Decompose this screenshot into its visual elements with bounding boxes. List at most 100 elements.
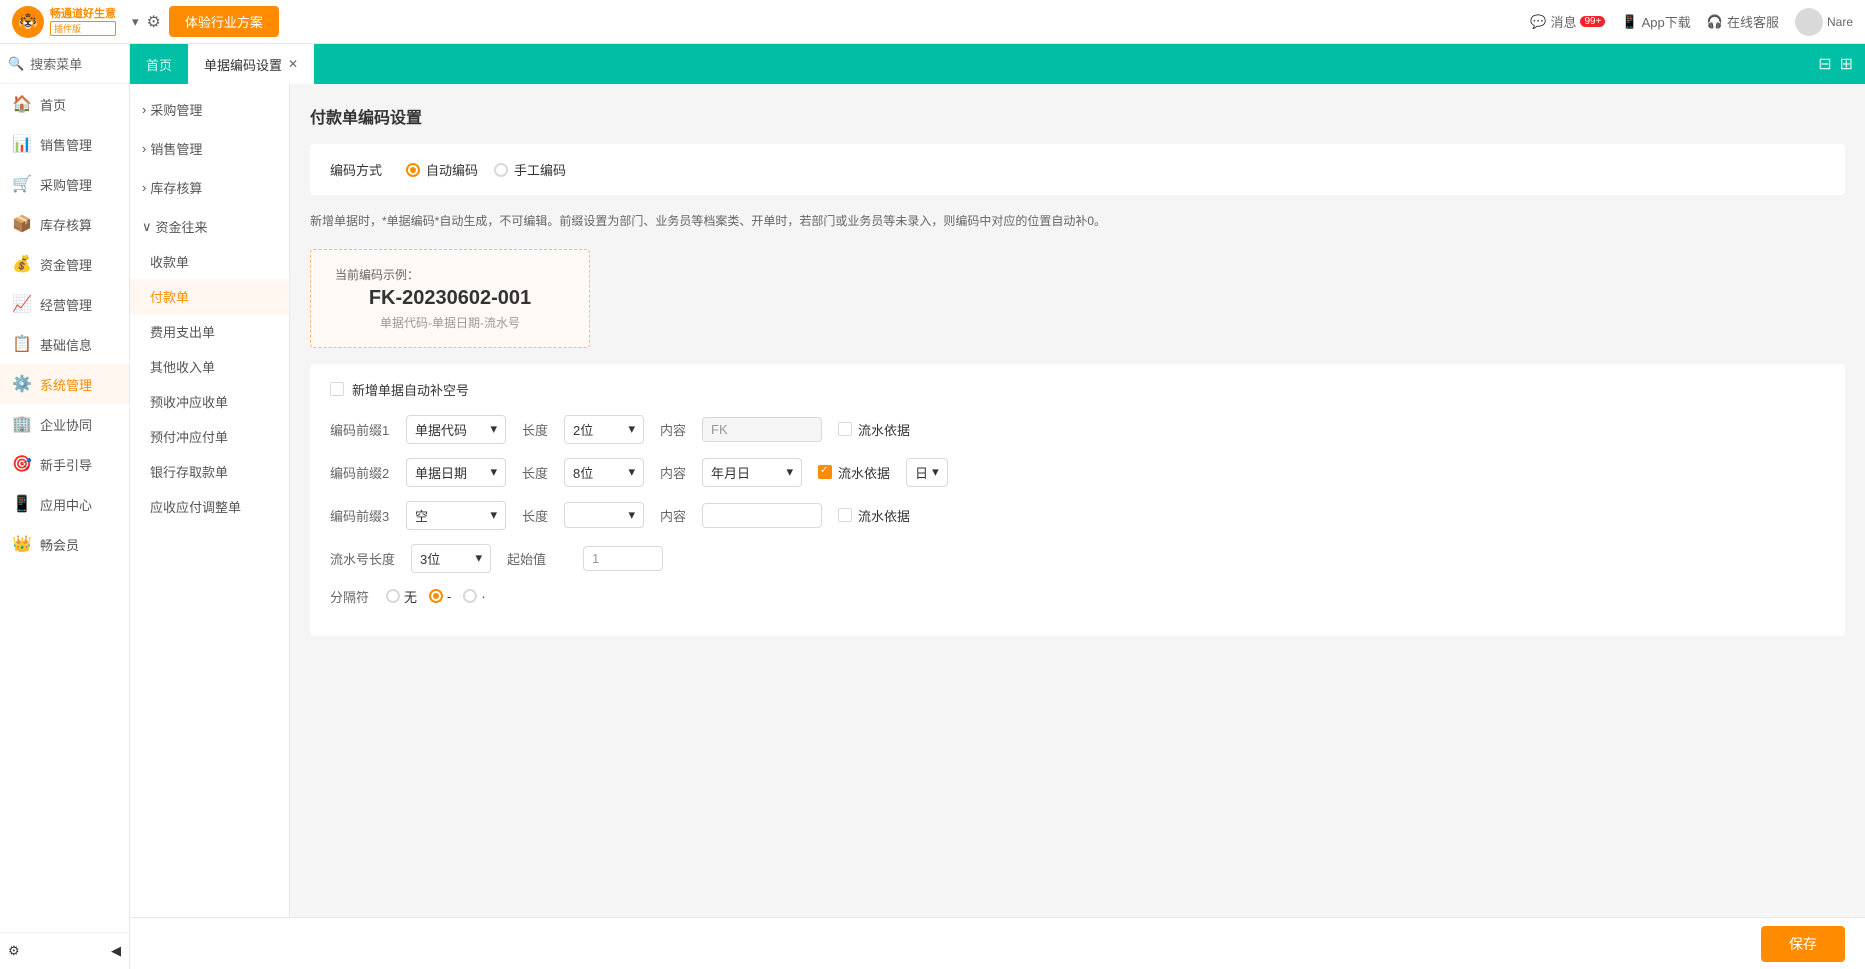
manual-encoding-label: 手工编码 [514, 160, 566, 179]
serial-length-select[interactable]: 3位 ▾ [411, 544, 491, 573]
header-right: 💬 消息 99+ 📱 App下载 🎧 在线客服 Nare [1530, 8, 1853, 36]
trial-button[interactable]: 体验行业方案 [169, 6, 279, 37]
prefix2-select[interactable]: 单据日期 ▾ [406, 458, 506, 487]
content1-label: 内容 [660, 420, 686, 439]
settings-icon[interactable]: ⚙ [147, 12, 161, 32]
tab-home[interactable]: 首页 [130, 44, 188, 84]
sidebar-search[interactable]: 🔍 搜索菜单 [0, 44, 129, 84]
sidebar-item-label: 畅会员 [40, 535, 79, 554]
auto-fill-checkbox[interactable] [330, 382, 344, 396]
sidebar-item-inventory[interactable]: 📦 库存核算 [0, 204, 129, 244]
username-text: Nare [1827, 15, 1853, 29]
waterflow2-label: 流水依据 [838, 463, 890, 482]
content-area: 首页 单据编码设置 ✕ ⊟ ⊞ › 采购管理 [130, 44, 1865, 969]
length2-chevron-icon: ▾ [628, 464, 635, 480]
tab-encoding[interactable]: 单据编码设置 ✕ [188, 44, 314, 84]
message-button[interactable]: 💬 消息 99+ [1530, 12, 1605, 31]
sidebar-item-member[interactable]: 👑 畅会员 [0, 524, 129, 564]
sub-menu-item-advance-receivable[interactable]: 预收冲应收单 [130, 384, 289, 419]
start-value-input[interactable] [583, 546, 663, 571]
sidebar-item-purchase[interactable]: 🛒 采购管理 [0, 164, 129, 204]
sidebar-item-label: 新手引导 [40, 455, 92, 474]
sidebar-item-home[interactable]: 🏠 首页 [0, 84, 129, 124]
online-service-button[interactable]: 🎧 在线客服 [1707, 12, 1779, 31]
waterflow3-label: 流水依据 [858, 506, 910, 525]
sidebar-item-sales[interactable]: 📊 销售管理 [0, 124, 129, 164]
sidebar-item-basic[interactable]: 📋 基础信息 [0, 324, 129, 364]
sidebar-item-label: 经营管理 [40, 295, 92, 314]
length2-select[interactable]: 8位 ▾ [564, 458, 644, 487]
sub-menu-item-receipt[interactable]: 收款单 [130, 244, 289, 279]
operations-icon: 📈 [12, 294, 32, 314]
sub-menu-item-other-income[interactable]: 其他收入单 [130, 349, 289, 384]
preview-desc: 单据代码-单据日期-流水号 [335, 314, 565, 331]
logo-text: 畅通道好生意 插件版 [50, 7, 116, 36]
prefix1-select[interactable]: 单据代码 ▾ [406, 415, 506, 444]
sidebar-item-label: 采购管理 [40, 175, 92, 194]
appcenter-icon: 📱 [12, 494, 32, 514]
sidebar-bottom: ⚙ ◀ [0, 932, 129, 969]
sidebar-item-operations[interactable]: 📈 经营管理 [0, 284, 129, 324]
sep-dash-label: - [447, 589, 451, 604]
maximize-icon[interactable]: ⊞ [1840, 54, 1853, 74]
settings-gear-icon[interactable]: ⚙ [8, 943, 20, 959]
prefix3-select[interactable]: 空 ▾ [406, 501, 506, 530]
header-dropdown[interactable]: ▾ [132, 14, 139, 30]
waterflow3-checkbox[interactable] [838, 508, 852, 522]
sidebar-item-finance[interactable]: 💰 资金管理 [0, 244, 129, 284]
length3-select[interactable]: ▾ [564, 502, 644, 528]
separator-label: 分隔符 [330, 587, 370, 606]
encoding-method-card: 编码方式 自动编码 手工编码 [310, 144, 1845, 195]
sidebar-item-appcenter[interactable]: 📱 应用中心 [0, 484, 129, 524]
app-download-button[interactable]: 📱 App下载 [1621, 12, 1690, 31]
minimize-icon[interactable]: ⊟ [1818, 54, 1831, 74]
sub-menu-item-payment[interactable]: 付款单 [130, 279, 289, 314]
length3-label: 长度 [522, 506, 548, 525]
sub-menu-header-sales[interactable]: › 销售管理 [130, 131, 289, 166]
sub-menu-item-expense[interactable]: 费用支出单 [130, 314, 289, 349]
message-icon: 💬 [1530, 14, 1546, 30]
sidebar-item-guide[interactable]: 🎯 新手引导 [0, 444, 129, 484]
guide-icon: 🎯 [12, 454, 32, 474]
sidebar-item-enterprise[interactable]: 🏢 企业协同 [0, 404, 129, 444]
system-icon: ⚙️ [12, 374, 32, 394]
waterflow2-checkbox[interactable] [818, 465, 832, 479]
chevron-down-icon: ▾ [132, 14, 139, 30]
waterflow1-checkbox[interactable] [838, 422, 852, 436]
collapse-icon[interactable]: ◀ [111, 943, 121, 959]
waterflow2-period-select[interactable]: 日 ▾ [906, 458, 948, 487]
sidebar-item-label: 应用中心 [40, 495, 92, 514]
sidebar-item-system[interactable]: ⚙️ 系统管理 [0, 364, 129, 404]
content1-input[interactable] [702, 417, 822, 442]
auto-encoding-radio[interactable]: 自动编码 [406, 160, 478, 179]
content2-select[interactable]: 年月日 ▾ [702, 458, 802, 487]
sidebar-item-label: 首页 [40, 95, 66, 114]
length1-chevron-icon: ▾ [628, 421, 635, 437]
sub-menu-item-advance-payable[interactable]: 预付冲应付单 [130, 419, 289, 454]
message-badge: 99+ [1580, 16, 1605, 27]
encoding-method-row: 编码方式 自动编码 手工编码 [330, 160, 1825, 179]
tab-close-icon[interactable]: ✕ [288, 57, 298, 71]
logo-icon: 🐯 [12, 6, 44, 38]
length1-select[interactable]: 2位 ▾ [564, 415, 644, 444]
bottom-bar: 保存 [130, 917, 1865, 969]
sub-menu-item-bank-deposit[interactable]: 银行存取款单 [130, 454, 289, 489]
content3-input[interactable] [702, 503, 822, 528]
sub-menu-item-adjustment[interactable]: 应收应付调整单 [130, 489, 289, 524]
prefix1-chevron-icon: ▾ [490, 421, 497, 437]
sep-dash-radio[interactable]: - [429, 589, 451, 604]
sep-dot-radio[interactable]: · [463, 589, 485, 604]
sep-none-radio[interactable]: 无 [386, 587, 417, 606]
encoding-method-label: 编码方式 [330, 160, 382, 179]
user-menu[interactable]: Nare [1795, 8, 1853, 36]
manual-encoding-radio[interactable]: 手工编码 [494, 160, 566, 179]
waterflow2-row: 流水依据 [818, 463, 890, 482]
sub-menu-header-capital[interactable]: ∨ 资金往来 [130, 209, 289, 244]
sub-menu-header-purchase[interactable]: › 采购管理 [130, 92, 289, 127]
tab-home-label: 首页 [146, 55, 172, 74]
sub-menu-header-inventory[interactable]: › 库存核算 [130, 170, 289, 205]
length3-chevron-icon: ▾ [628, 507, 635, 523]
basic-icon: 📋 [12, 334, 32, 354]
save-button[interactable]: 保存 [1761, 926, 1845, 962]
sep-none-radio-circle [386, 589, 400, 603]
